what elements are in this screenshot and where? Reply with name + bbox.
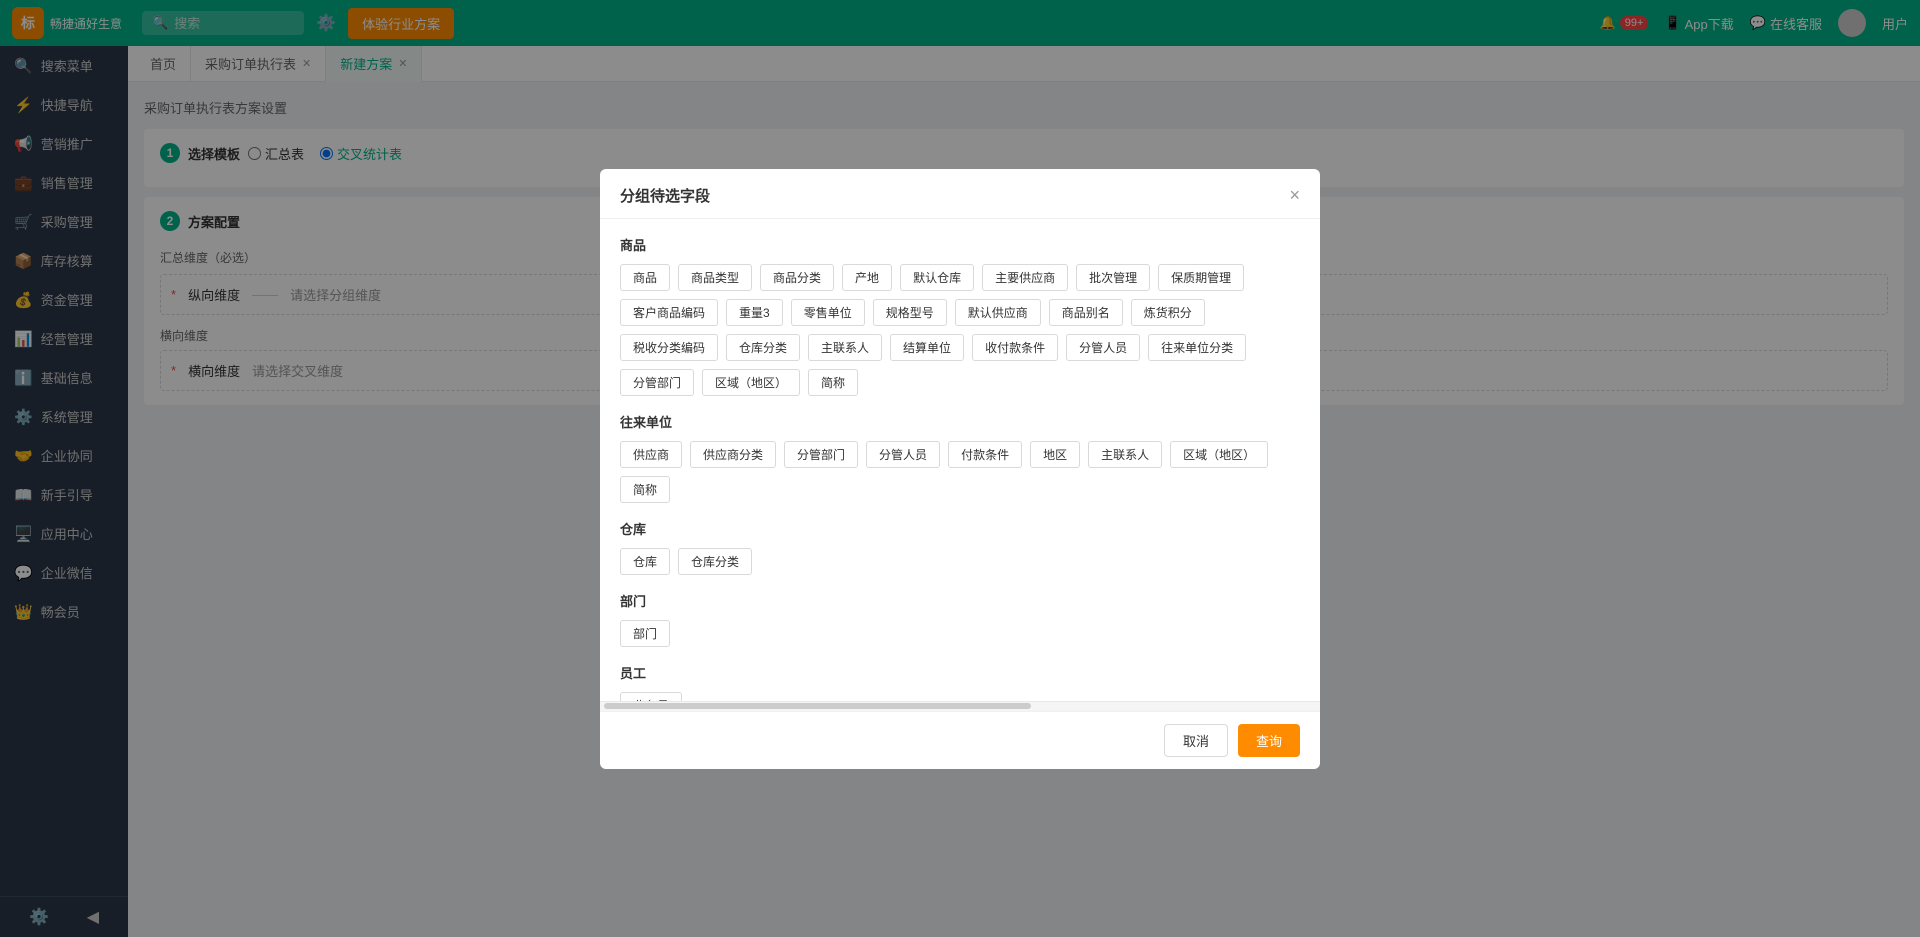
field-tag-0-2[interactable]: 商品分类: [760, 264, 834, 291]
field-grid-4: 业务员: [620, 692, 1300, 701]
section-title-1: 往来单位: [620, 412, 1300, 431]
modal-title: 分组待选字段: [620, 185, 710, 206]
section-title-2: 仓库: [620, 519, 1300, 538]
field-tag-0-20[interactable]: 分管人员: [1066, 334, 1140, 361]
modal-overlay: 分组待选字段 × 商品商品商品类型商品分类产地默认仓库主要供应商批次管理保质期管…: [0, 0, 1920, 937]
modal-header: 分组待选字段 ×: [600, 169, 1320, 219]
field-tag-0-23[interactable]: 区域（地区）: [702, 369, 800, 396]
section-title-0: 商品: [620, 235, 1300, 254]
field-tag-0-5[interactable]: 主要供应商: [982, 264, 1068, 291]
modal-hscrollbar[interactable]: [600, 701, 1320, 711]
modal-dialog: 分组待选字段 × 商品商品商品类型商品分类产地默认仓库主要供应商批次管理保质期管…: [600, 169, 1320, 769]
field-tag-0-6[interactable]: 批次管理: [1076, 264, 1150, 291]
field-tag-0-1[interactable]: 商品类型: [678, 264, 752, 291]
field-tag-1-7[interactable]: 区域（地区）: [1170, 441, 1268, 468]
field-tag-0-19[interactable]: 收付款条件: [972, 334, 1058, 361]
field-tag-2-1[interactable]: 仓库分类: [678, 548, 752, 575]
field-tag-0-24[interactable]: 简称: [808, 369, 858, 396]
confirm-button[interactable]: 查询: [1238, 724, 1300, 757]
modal-footer: 取消 查询: [600, 711, 1320, 769]
field-section-1: 往来单位供应商供应商分类分管部门分管人员付款条件地区主联系人区域（地区） 简称: [620, 412, 1300, 503]
field-tag-1-1[interactable]: 供应商分类: [690, 441, 776, 468]
modal-close-button[interactable]: ×: [1289, 186, 1300, 204]
field-tag-0-9[interactable]: 重量3: [726, 299, 783, 326]
modal-body[interactable]: 商品商品商品类型商品分类产地默认仓库主要供应商批次管理保质期管理客户商品编码重量…: [600, 219, 1320, 701]
field-grid-2: 仓库仓库分类: [620, 548, 1300, 575]
field-section-4: 员工业务员: [620, 663, 1300, 701]
field-tag-1-6[interactable]: 主联系人: [1088, 441, 1162, 468]
hscroll-thumb: [604, 703, 1031, 709]
field-tag-3-0[interactable]: 部门: [620, 620, 670, 647]
field-tag-0-10[interactable]: 零售单位: [791, 299, 865, 326]
field-section-3: 部门部门: [620, 591, 1300, 647]
field-tag-0-8[interactable]: 客户商品编码: [620, 299, 718, 326]
field-grid-0: 商品商品类型商品分类产地默认仓库主要供应商批次管理保质期管理客户商品编码重量3 零…: [620, 264, 1300, 396]
field-section-2: 仓库仓库仓库分类: [620, 519, 1300, 575]
field-section-0: 商品商品商品类型商品分类产地默认仓库主要供应商批次管理保质期管理客户商品编码重量…: [620, 235, 1300, 396]
field-tag-4-0[interactable]: 业务员: [620, 692, 682, 701]
field-grid-3: 部门: [620, 620, 1300, 647]
field-tag-1-8[interactable]: 简称: [620, 476, 670, 503]
field-tag-0-11[interactable]: 规格型号: [873, 299, 947, 326]
field-tag-0-3[interactable]: 产地: [842, 264, 892, 291]
field-tag-0-22[interactable]: 分管部门: [620, 369, 694, 396]
field-tag-0-21[interactable]: 往来单位分类: [1148, 334, 1246, 361]
field-tag-1-5[interactable]: 地区: [1030, 441, 1080, 468]
field-tag-0-7[interactable]: 保质期管理: [1158, 264, 1244, 291]
field-grid-1: 供应商供应商分类分管部门分管人员付款条件地区主联系人区域（地区） 简称: [620, 441, 1300, 503]
field-tag-0-16[interactable]: 仓库分类: [726, 334, 800, 361]
field-tag-0-18[interactable]: 结算单位: [890, 334, 964, 361]
field-tag-2-0[interactable]: 仓库: [620, 548, 670, 575]
field-tag-1-3[interactable]: 分管人员: [866, 441, 940, 468]
field-tag-1-2[interactable]: 分管部门: [784, 441, 858, 468]
field-tag-0-12[interactable]: 默认供应商: [955, 299, 1041, 326]
field-tag-0-0[interactable]: 商品: [620, 264, 670, 291]
field-tag-0-4[interactable]: 默认仓库: [900, 264, 974, 291]
section-title-3: 部门: [620, 591, 1300, 610]
cancel-button[interactable]: 取消: [1164, 724, 1228, 757]
field-tag-1-0[interactable]: 供应商: [620, 441, 682, 468]
field-tag-0-13[interactable]: 商品别名: [1049, 299, 1123, 326]
field-tag-0-15[interactable]: 税收分类编码: [620, 334, 718, 361]
field-tag-1-4[interactable]: 付款条件: [948, 441, 1022, 468]
field-tag-0-14[interactable]: 炼货积分: [1131, 299, 1205, 326]
section-title-4: 员工: [620, 663, 1300, 682]
field-tag-0-17[interactable]: 主联系人: [808, 334, 882, 361]
